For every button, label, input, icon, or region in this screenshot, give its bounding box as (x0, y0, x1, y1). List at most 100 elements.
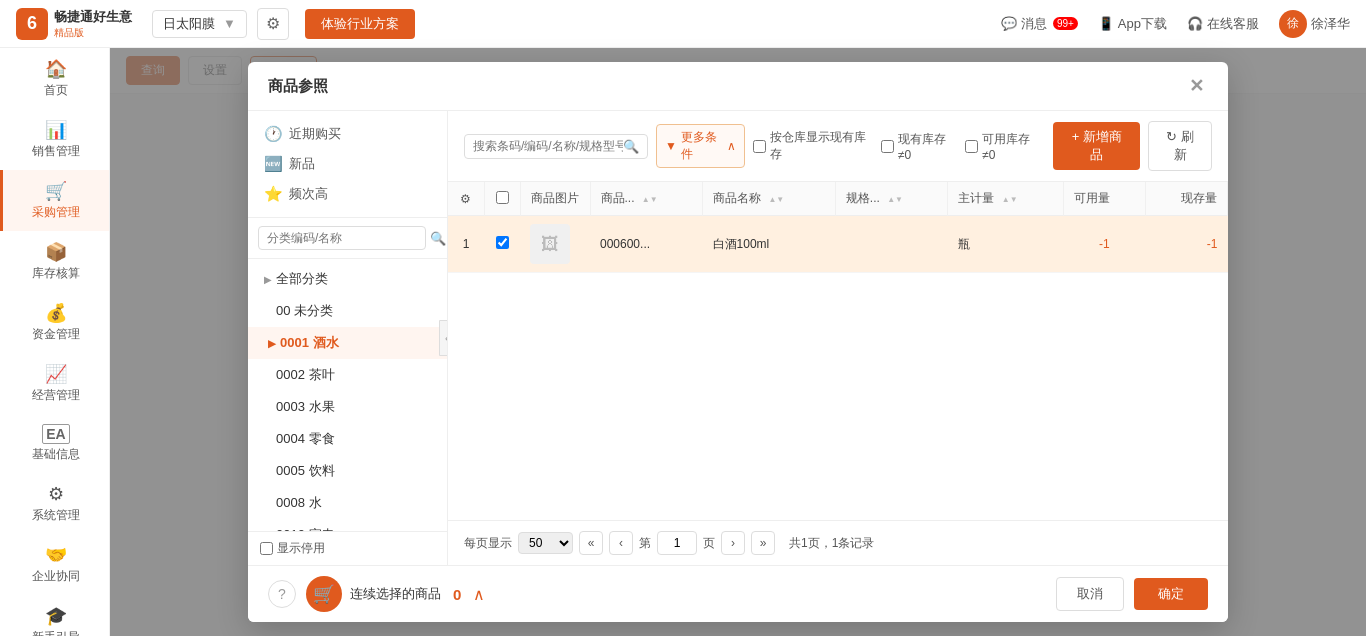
cat-item-drink[interactable]: 0005 饮料 (248, 455, 447, 487)
sidebar-item-inventory[interactable]: 📦 库存核算 (0, 231, 109, 292)
category-search-input[interactable] (258, 226, 426, 250)
cat-item-uncategorized[interactable]: 00 未分类 (248, 295, 447, 327)
next-page-button[interactable]: › (721, 531, 745, 555)
sales-icon: 📊 (45, 119, 67, 141)
cart-icon[interactable]: 🛒 (306, 576, 342, 612)
help-button[interactable]: ? (268, 580, 296, 608)
select-all-checkbox[interactable] (496, 191, 509, 204)
prev-page-button[interactable]: ‹ (609, 531, 633, 555)
enterprise-icon: 🤝 (45, 544, 67, 566)
sidebar-item-operation[interactable]: 📈 经营管理 (0, 353, 109, 414)
show-disabled-label[interactable]: 显示停用 (260, 540, 325, 557)
sort-icon-unit: ▲▼ (1002, 195, 1018, 204)
basic-icon: EA (42, 424, 69, 444)
refresh-button[interactable]: ↻ 刷新 (1148, 121, 1212, 171)
warehouse-stock-checkbox[interactable] (753, 140, 766, 153)
active-triangle-icon: ▶ (268, 338, 276, 349)
nonzero-available-checkbox[interactable] (965, 140, 978, 153)
sidebar-item-sales[interactable]: 📊 销售管理 (0, 109, 109, 170)
sidebar-item-home[interactable]: 🏠 首页 (0, 48, 109, 109)
sort-icon-code: ▲▼ (642, 195, 658, 204)
store-selector[interactable]: 日太阳膜 ▼ (152, 10, 247, 38)
cat-item-all[interactable]: ▶ 全部分类 (248, 263, 447, 295)
filter-icon: ▼ (665, 139, 677, 153)
checkbox-warehouse-stock[interactable]: 按仓库显示现有库存 (753, 129, 868, 163)
product-table-wrap: ⚙ 商品图片 商品... (448, 182, 1228, 520)
last-page-button[interactable]: » (751, 531, 775, 555)
th-checkbox (484, 182, 520, 216)
td-unit: 瓶 (948, 216, 1063, 273)
th-product-code[interactable]: 商品... ▲▼ (590, 182, 703, 216)
logo-icon: 6 (16, 8, 48, 40)
quick-link-new[interactable]: 🆕 新品 (248, 149, 447, 179)
checkbox-nonzero-available[interactable]: 可用库存≠0 (965, 131, 1037, 162)
table-row[interactable]: 1 🖼 00 (448, 216, 1228, 273)
th-product-image: 商品图片 (520, 182, 590, 216)
nav-messages[interactable]: 💬 消息 99+ (1001, 15, 1078, 33)
category-panel: 🕐 近期购买 🆕 新品 ⭐ 频次高 (248, 111, 448, 565)
product-table: ⚙ 商品图片 商品... (448, 182, 1228, 273)
checkbox-nonzero-stock[interactable]: 现有库存≠0 (881, 131, 953, 162)
triangle-icon: ▶ (264, 274, 272, 285)
category-search-icon[interactable]: 🔍 (430, 231, 446, 246)
logo-text: 畅捷通好生意 精品版 (54, 8, 132, 40)
star-icon: ⭐ (264, 185, 283, 203)
cat-item-fruit[interactable]: 0003 水果 (248, 391, 447, 423)
table-body: 1 🖼 00 (448, 216, 1228, 273)
collapse-panel-button[interactable]: « (439, 320, 448, 356)
quick-link-frequent[interactable]: ⭐ 频次高 (248, 179, 447, 209)
quick-link-recent[interactable]: 🕐 近期购买 (248, 119, 447, 149)
sidebar-item-basic[interactable]: EA 基础信息 (0, 414, 109, 473)
filter-more-button[interactable]: ▼ 更多条件 ∧ (656, 124, 745, 168)
gear-icon: ⚙ (266, 14, 280, 33)
product-search-input[interactable] (473, 139, 623, 153)
nav-user[interactable]: 徐 徐泽华 (1279, 10, 1350, 38)
inventory-icon: 📦 (45, 241, 67, 263)
avatar: 徐 (1279, 10, 1307, 38)
cat-item-water[interactable]: 0008 水 (248, 487, 447, 519)
sort-icon-name: ▲▼ (768, 195, 784, 204)
nav-customer-service[interactable]: 🎧 在线客服 (1187, 15, 1259, 33)
cancel-button[interactable]: 取消 (1056, 577, 1124, 611)
cat-item-appliance[interactable]: 0010 家电 (248, 519, 447, 531)
sidebar-item-enterprise[interactable]: 🤝 企业协同 (0, 534, 109, 595)
nav-app-download[interactable]: 📱 App下载 (1098, 15, 1167, 33)
sidebar-item-purchase[interactable]: 🛒 采购管理 (0, 170, 109, 231)
page-number-input[interactable] (657, 531, 697, 555)
sidebar-item-guide[interactable]: 🎓 新手引导 (0, 595, 109, 636)
modal-close-button[interactable]: ✕ (1184, 74, 1208, 98)
pagination: 每页显示 50 100 200 « ‹ 第 页 › (448, 520, 1228, 565)
product-search-wrap: 🔍 (464, 134, 648, 159)
show-disabled-checkbox[interactable] (260, 542, 273, 555)
th-spec[interactable]: 规格... ▲▼ (835, 182, 948, 216)
trial-button[interactable]: 体验行业方案 (305, 9, 415, 39)
td-product-code: 000600... (590, 216, 703, 273)
cat-item-tea[interactable]: 0002 茶叶 (248, 359, 447, 391)
cat-item-snack[interactable]: 0004 零食 (248, 423, 447, 455)
confirm-button[interactable]: 确定 (1134, 578, 1208, 610)
add-product-button[interactable]: + 新增商品 (1053, 122, 1140, 170)
th-stock: 现存量 (1145, 182, 1227, 216)
page-size-select[interactable]: 50 100 200 (518, 532, 573, 554)
phone-icon: 📱 (1098, 16, 1114, 31)
cart-collapse-icon[interactable]: ∧ (473, 585, 485, 604)
gear-button[interactable]: ⚙ (257, 8, 289, 40)
nonzero-stock-checkbox[interactable] (881, 140, 894, 153)
first-page-button[interactable]: « (579, 531, 603, 555)
category-tree: ▶ 全部分类 00 未分类 ▶ 0001 酒水 0002 茶 (248, 259, 447, 531)
search-icon: 🔍 (623, 139, 639, 154)
category-footer: 显示停用 (248, 531, 447, 565)
th-available: 可用量 (1063, 182, 1145, 216)
th-product-name[interactable]: 商品名称 ▲▼ (703, 182, 836, 216)
td-product-name: 白酒100ml (703, 216, 836, 273)
logo-area: 6 畅捷通好生意 精品版 (16, 8, 132, 40)
sidebar-item-system[interactable]: ⚙ 系统管理 (0, 473, 109, 534)
th-settings[interactable]: ⚙ (448, 182, 484, 216)
table-header: ⚙ 商品图片 商品... (448, 182, 1228, 216)
sidebar: 🏠 首页 📊 销售管理 🛒 采购管理 📦 库存核算 💰 资金管理 📈 经营管理 … (0, 48, 110, 636)
td-checkbox (484, 216, 520, 273)
row-checkbox[interactable] (496, 236, 509, 249)
cat-item-liquor[interactable]: ▶ 0001 酒水 (248, 327, 447, 359)
th-unit[interactable]: 主计量 ▲▼ (948, 182, 1063, 216)
sidebar-item-finance[interactable]: 💰 资金管理 (0, 292, 109, 353)
